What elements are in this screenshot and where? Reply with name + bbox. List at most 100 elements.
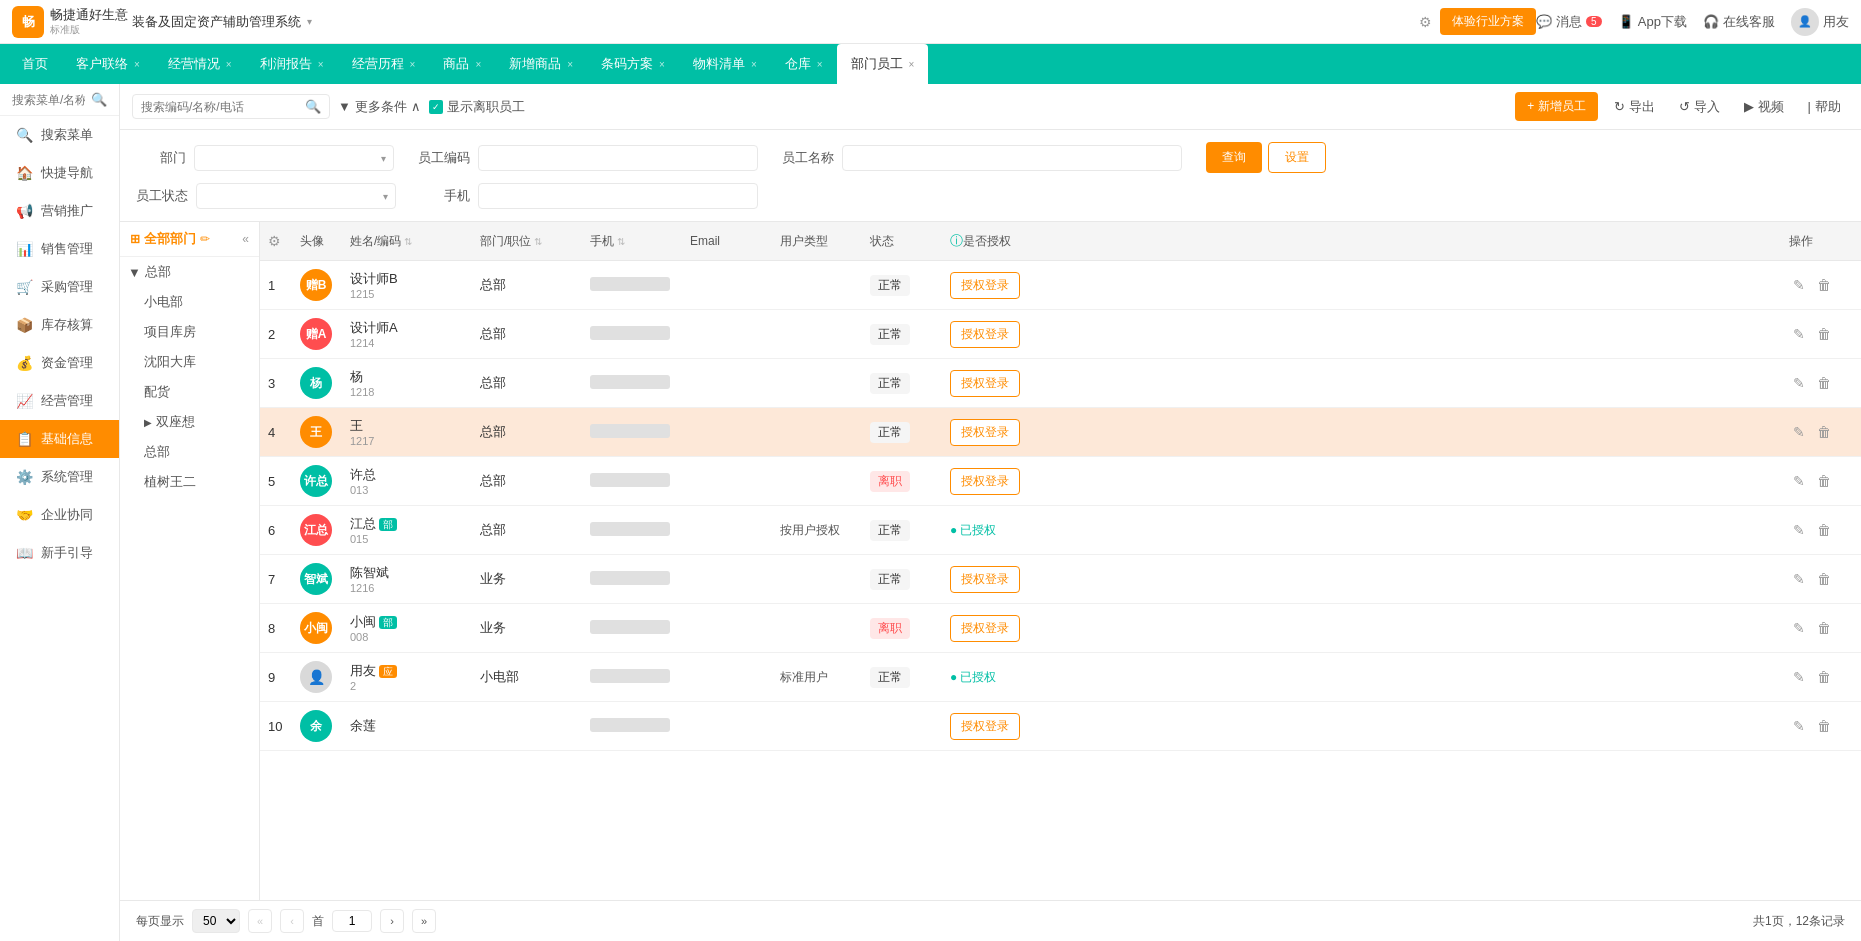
close-tab-icon[interactable]: ×	[817, 59, 823, 70]
sidebar-item-资金管理[interactable]: 💰资金管理	[0, 344, 119, 382]
user-menu[interactable]: 👤 用友	[1791, 8, 1849, 36]
next-page-button[interactable]: ›	[380, 909, 404, 933]
help-button[interactable]: | 帮助	[1800, 94, 1849, 120]
nav-tab-条码方案[interactable]: 条码方案×	[587, 44, 679, 84]
auth-button[interactable]: 授权登录	[950, 370, 1020, 397]
edit-icon[interactable]: ✎	[1789, 275, 1809, 295]
close-tab-icon[interactable]: ×	[410, 59, 416, 70]
delete-icon[interactable]: 🗑	[1813, 667, 1835, 687]
emp-status-select[interactable]	[196, 183, 396, 209]
tree-item-root[interactable]: ▼ 总部	[120, 257, 259, 287]
sidebar-item-新手引导[interactable]: 📖新手引导	[0, 534, 119, 572]
emp-name-input[interactable]	[842, 145, 1182, 171]
close-tab-icon[interactable]: ×	[475, 59, 481, 70]
nav-tab-首页[interactable]: 首页	[8, 44, 62, 84]
tree-item-zongbu[interactable]: 总部	[120, 437, 259, 467]
auth-button[interactable]: 授权登录	[950, 713, 1020, 740]
page-size-select[interactable]: 50	[192, 909, 240, 933]
delete-icon[interactable]: 🗑	[1813, 275, 1835, 295]
delete-icon[interactable]: 🗑	[1813, 373, 1835, 393]
auth-button[interactable]: 授权登录	[950, 468, 1020, 495]
query-button[interactable]: 查询	[1206, 142, 1262, 173]
auth-button[interactable]: 授权登录	[950, 419, 1020, 446]
import-button[interactable]: ↺ 导入	[1671, 94, 1728, 120]
close-tab-icon[interactable]: ×	[659, 59, 665, 70]
delete-icon[interactable]: 🗑	[1813, 618, 1835, 638]
col-dept[interactable]: 部门/职位	[472, 222, 582, 261]
sidebar-item-快捷导航[interactable]: 🏠快捷导航	[0, 154, 119, 192]
sidebar-item-销售管理[interactable]: 📊销售管理	[0, 230, 119, 268]
emp-code-input[interactable]	[478, 145, 758, 171]
auth-button[interactable]: 授权登录	[950, 321, 1020, 348]
edit-icon[interactable]: ✎	[1789, 716, 1809, 736]
edit-icon[interactable]: ✎	[1789, 324, 1809, 344]
edit-icon[interactable]: ✎	[1789, 422, 1809, 442]
sidebar-search-box[interactable]: 🔍	[0, 84, 119, 116]
tree-item-xiaodian[interactable]: 小电部	[120, 287, 259, 317]
close-tab-icon[interactable]: ×	[909, 59, 915, 70]
sidebar-item-库存核算[interactable]: 📦库存核算	[0, 306, 119, 344]
edit-dept-icon[interactable]: ✏	[200, 232, 210, 246]
auth-button[interactable]: 授权登录	[950, 272, 1020, 299]
nav-tab-客户联络[interactable]: 客户联络×	[62, 44, 154, 84]
edit-icon[interactable]: ✎	[1789, 667, 1809, 687]
edit-icon[interactable]: ✎	[1789, 618, 1809, 638]
delete-icon[interactable]: 🗑	[1813, 716, 1835, 736]
delete-icon[interactable]: 🗑	[1813, 569, 1835, 589]
set-button[interactable]: 设置	[1268, 142, 1326, 173]
edit-icon[interactable]: ✎	[1789, 373, 1809, 393]
tree-item-shuangzuo[interactable]: ▶ 双座想	[120, 407, 259, 437]
nav-tab-部门员工[interactable]: 部门员工×	[837, 44, 929, 84]
col-name[interactable]: 姓名/编码	[342, 222, 472, 261]
close-tab-icon[interactable]: ×	[134, 59, 140, 70]
sidebar-item-采购管理[interactable]: 🛒采购管理	[0, 268, 119, 306]
settings-gear-icon[interactable]: ⚙	[1419, 14, 1432, 30]
app-download-button[interactable]: 📱 App下载	[1618, 13, 1687, 31]
nav-tab-经营情况[interactable]: 经营情况×	[154, 44, 246, 84]
add-employee-button[interactable]: + 新增员工	[1515, 92, 1597, 121]
tree-item-shenyang[interactable]: 沈阳大库	[120, 347, 259, 377]
search-input[interactable]	[141, 100, 301, 114]
collapse-tree-icon[interactable]: «	[242, 232, 249, 246]
sidebar-item-营销推广[interactable]: 📢营销推广	[0, 192, 119, 230]
online-service-button[interactable]: 🎧 在线客服	[1703, 13, 1775, 31]
phone-input[interactable]	[478, 183, 758, 209]
more-filter-button[interactable]: ▼ 更多条件 ∧	[338, 98, 421, 116]
nav-tab-商品[interactable]: 商品×	[429, 44, 495, 84]
nav-tab-仓库[interactable]: 仓库×	[771, 44, 837, 84]
dept-select[interactable]	[194, 145, 394, 171]
tree-item-zhishu[interactable]: 植树王二	[120, 467, 259, 497]
nav-tab-新增商品[interactable]: 新增商品×	[495, 44, 587, 84]
edit-icon[interactable]: ✎	[1789, 520, 1809, 540]
sidebar-item-企业协同[interactable]: 🤝企业协同	[0, 496, 119, 534]
first-page-button[interactable]: «	[248, 909, 272, 933]
close-tab-icon[interactable]: ×	[318, 59, 324, 70]
close-tab-icon[interactable]: ×	[751, 59, 757, 70]
export-button[interactable]: ↻ 导出	[1606, 94, 1663, 120]
search-box[interactable]: 🔍	[132, 94, 330, 119]
dropdown-arrow-icon[interactable]: ▾	[307, 16, 312, 27]
col-phone[interactable]: 手机	[582, 222, 682, 261]
sidebar-item-基础信息[interactable]: 📋基础信息	[0, 420, 119, 458]
tree-item-peihuo[interactable]: 配货	[120, 377, 259, 407]
delete-icon[interactable]: 🗑	[1813, 520, 1835, 540]
tree-item-xiangmu[interactable]: 项目库房	[120, 317, 259, 347]
nav-tab-利润报告[interactable]: 利润报告×	[246, 44, 338, 84]
close-tab-icon[interactable]: ×	[226, 59, 232, 70]
video-button[interactable]: ▶ 视频	[1736, 94, 1792, 120]
sidebar-item-搜索菜单[interactable]: 🔍搜索菜单	[0, 116, 119, 154]
nav-tab-物料清单[interactable]: 物料清单×	[679, 44, 771, 84]
messages-button[interactable]: 💬 消息 5	[1536, 13, 1602, 31]
close-tab-icon[interactable]: ×	[567, 59, 573, 70]
delete-icon[interactable]: 🗑	[1813, 324, 1835, 344]
sidebar-item-系统管理[interactable]: ⚙️系统管理	[0, 458, 119, 496]
sidebar-item-经营管理[interactable]: 📈经营管理	[0, 382, 119, 420]
edit-icon[interactable]: ✎	[1789, 569, 1809, 589]
edit-icon[interactable]: ✎	[1789, 471, 1809, 491]
nav-tab-经营历程[interactable]: 经营历程×	[338, 44, 430, 84]
trial-button[interactable]: 体验行业方案	[1440, 8, 1536, 35]
last-page-button[interactable]: »	[412, 909, 436, 933]
show-resigned-checkbox[interactable]: ✓ 显示离职员工	[429, 98, 525, 116]
search-input[interactable]	[12, 93, 85, 107]
page-number-input[interactable]	[332, 910, 372, 932]
